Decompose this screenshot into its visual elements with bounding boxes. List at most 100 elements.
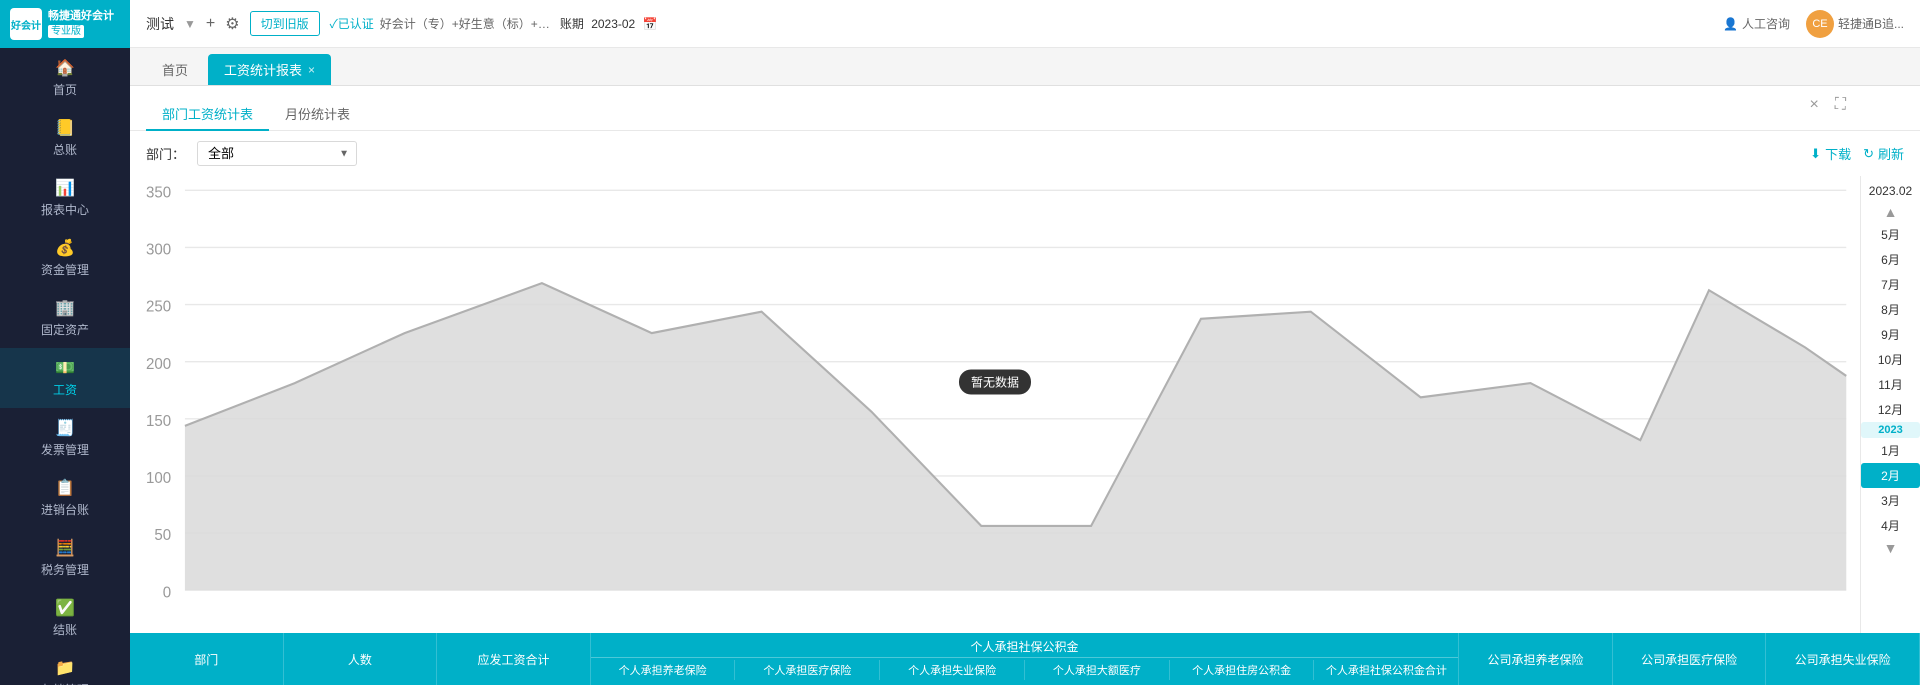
download-button[interactable]: ⬇ 下载: [1810, 144, 1851, 163]
date-month-3月[interactable]: 3月: [1861, 488, 1920, 513]
sidebar-item-closing[interactable]: ✅结账: [0, 588, 130, 648]
date-month-12月[interactable]: 12月: [1861, 397, 1920, 422]
dept-label: 部门：: [146, 144, 185, 163]
topbar-title: 测试: [146, 14, 174, 34]
dept-select-wrapper: 全部财务部销售部研发部人事部: [197, 141, 357, 166]
chart-svg: 350 300 250 200 150 100 50 0: [130, 176, 1860, 633]
date-month-7月[interactable]: 7月: [1861, 272, 1920, 297]
tab-home[interactable]: 首页: [146, 54, 204, 85]
th-人数: 人数: [284, 633, 438, 685]
certified-badge: ✓已认证: [330, 15, 374, 32]
date-month-5月[interactable]: 5月: [1861, 222, 1920, 247]
th-部门: 部门: [130, 633, 284, 685]
window-controls: × ⛶: [1805, 94, 1850, 116]
close-button[interactable]: ×: [1805, 94, 1822, 116]
dept-select[interactable]: 全部财务部销售部研发部人事部: [197, 141, 357, 166]
user-menu[interactable]: CE 轻捷通B追...: [1806, 10, 1904, 38]
refresh-button[interactable]: ↻ 刷新: [1863, 144, 1904, 163]
sidebar-item-reports[interactable]: 📊 报表中心: [0, 168, 130, 228]
payroll-icon: 💵: [55, 358, 75, 378]
invoice-icon: 🧾: [55, 418, 75, 438]
sidebar-item-home[interactable]: 🏠首页: [0, 48, 130, 108]
sidebar-label-reports: 报表中心: [41, 201, 89, 218]
sidebar-label-tax: 税务管理: [41, 561, 89, 578]
chart-wrapper: 350 300 250 200 150 100 50 0: [130, 176, 1860, 633]
topbar-badges: ✓已认证 好会计（专）+好生意（标）+…: [330, 15, 550, 32]
svg-text:250: 250: [146, 298, 171, 315]
date-month-2月[interactable]: 2月: [1861, 463, 1920, 488]
expand-button[interactable]: ⛶: [1831, 94, 1850, 116]
tab-payroll[interactable]: 工资统计报表 ×: [208, 54, 331, 85]
tax-icon: 🧮: [55, 538, 75, 558]
svg-text:150: 150: [146, 413, 171, 430]
subtabs: 部门工资统计表月份统计表: [130, 86, 1920, 131]
sidebar-item-tax[interactable]: 🧮 税务管理: [0, 528, 130, 588]
date-panel-title: 2023.02: [1869, 180, 1912, 202]
settings-button[interactable]: ⚙: [225, 14, 239, 34]
date-month-9月[interactable]: 9月: [1861, 322, 1920, 347]
th-group-title: 个人承担社保公积金: [591, 638, 1459, 658]
ledger-icon: 📒: [55, 118, 75, 138]
date-month-4月[interactable]: 4月: [1861, 513, 1920, 538]
closing-icon: ✅: [55, 598, 75, 618]
th-个人承担住房公积金: 个人承担住房公积金: [1170, 660, 1315, 680]
help-button[interactable]: 👤 人工咨询: [1723, 15, 1790, 32]
svg-text:350: 350: [146, 184, 171, 201]
sidebar-item-sales[interactable]: 📋 进销台账: [0, 468, 130, 528]
svg-text:200: 200: [146, 356, 171, 373]
table-header: 部门人数应发工资合计个人承担社保公积金个人承担养老保险个人承担医疗保险个人承担失…: [130, 633, 1920, 685]
date-year-label: 2023: [1861, 422, 1920, 438]
sidebar-label-archive: 归档管理: [41, 681, 89, 685]
user-avatar: CE: [1806, 10, 1834, 38]
sidebar-item-assets[interactable]: 🏢固定资产: [0, 288, 130, 348]
th-个人承担养老保险: 个人承担养老保险: [591, 660, 736, 680]
sales-icon: 📋: [55, 478, 75, 498]
subtab-dept[interactable]: 部门工资统计表: [146, 98, 269, 131]
date-month-6月[interactable]: 6月: [1861, 247, 1920, 272]
logo-text: 畅捷通好会计 专业版: [48, 9, 114, 39]
sidebar-item-finance[interactable]: 💰资金管理: [0, 228, 130, 288]
tab-label-payroll: 工资统计报表: [224, 60, 302, 79]
subtab-monthly[interactable]: 月份统计表: [269, 98, 366, 131]
topbar-right: 👤 人工咨询 CE 轻捷通B追...: [1723, 10, 1904, 38]
sidebar-label-sales: 进销台账: [41, 501, 89, 518]
sidebar-item-invoice[interactable]: 🧾发票管理: [0, 408, 130, 468]
sidebar-item-archive[interactable]: 📁 归档管理: [0, 648, 130, 685]
toolbar-right: ⬇ 下载 ↻ 刷新: [1810, 144, 1904, 163]
tab-close-payroll[interactable]: ×: [308, 63, 315, 77]
th-group-personal: 个人承担社保公积金个人承担养老保险个人承担医疗保险个人承担失业保险个人承担大额医…: [591, 633, 1460, 685]
th-应发工资合计: 应发工资合计: [437, 633, 591, 685]
date-month-11月[interactable]: 11月: [1861, 372, 1920, 397]
reports-icon: 📊: [55, 178, 75, 198]
main-area: 测试 ▼ + ⚙ 切到旧版 ✓已认证 好会计（专）+好生意（标）+… 账期 20…: [130, 0, 1920, 685]
date-month-8月[interactable]: 8月: [1861, 297, 1920, 322]
archive-icon: 📁: [55, 658, 75, 678]
date-nav-up[interactable]: ▲: [1882, 202, 1900, 222]
old-version-button[interactable]: 切到旧版: [250, 11, 320, 36]
content-area: × ⛶ 部门工资统计表月份统计表 部门： 全部财务部销售部研发部人事部 ⬇ 下载…: [130, 86, 1920, 685]
date-nav-down[interactable]: ▼: [1882, 538, 1900, 558]
sidebar-label-payroll: 工资: [53, 381, 77, 398]
svg-text:300: 300: [146, 241, 171, 258]
assets-icon: 🏢: [55, 298, 75, 318]
sidebar-item-payroll[interactable]: 💵 工资: [0, 348, 130, 408]
sidebar-label-ledger: 总账: [53, 141, 77, 158]
svg-text:0: 0: [163, 584, 171, 601]
sidebar-label-home: 首页: [53, 81, 77, 98]
th-company-公司承担失业保险: 公司承担失业保险: [1766, 633, 1920, 685]
chart-tooltip: 暂无数据: [959, 369, 1031, 394]
date-month-1月[interactable]: 1月: [1861, 438, 1920, 463]
th-个人承担医疗保险: 个人承担医疗保险: [735, 660, 880, 680]
th-个人承担失业保险: 个人承担失业保险: [880, 660, 1025, 680]
sidebar-menu: 🏠首页 📒 总账 📊 报表中心 💰资金管理🏢固定资产 💵 工资 🧾发票管理 📋 进销台账 🧮 税务管理 ✅…: [0, 48, 130, 685]
sidebar-item-ledger[interactable]: 📒 总账: [0, 108, 130, 168]
th-个人承担大额医疗: 个人承担大额医疗: [1025, 660, 1170, 680]
th-company-公司承担医疗保险: 公司承担医疗保险: [1613, 633, 1767, 685]
add-button[interactable]: +: [206, 15, 215, 33]
topbar: 测试 ▼ + ⚙ 切到旧版 ✓已认证 好会计（专）+好生意（标）+… 账期 20…: [130, 0, 1920, 48]
chart-area: [185, 283, 1846, 590]
chart-section: 350 300 250 200 150 100 50 0: [130, 176, 1920, 633]
date-month-10月[interactable]: 10月: [1861, 347, 1920, 372]
svg-text:100: 100: [146, 470, 171, 487]
svg-text:50: 50: [154, 527, 171, 544]
